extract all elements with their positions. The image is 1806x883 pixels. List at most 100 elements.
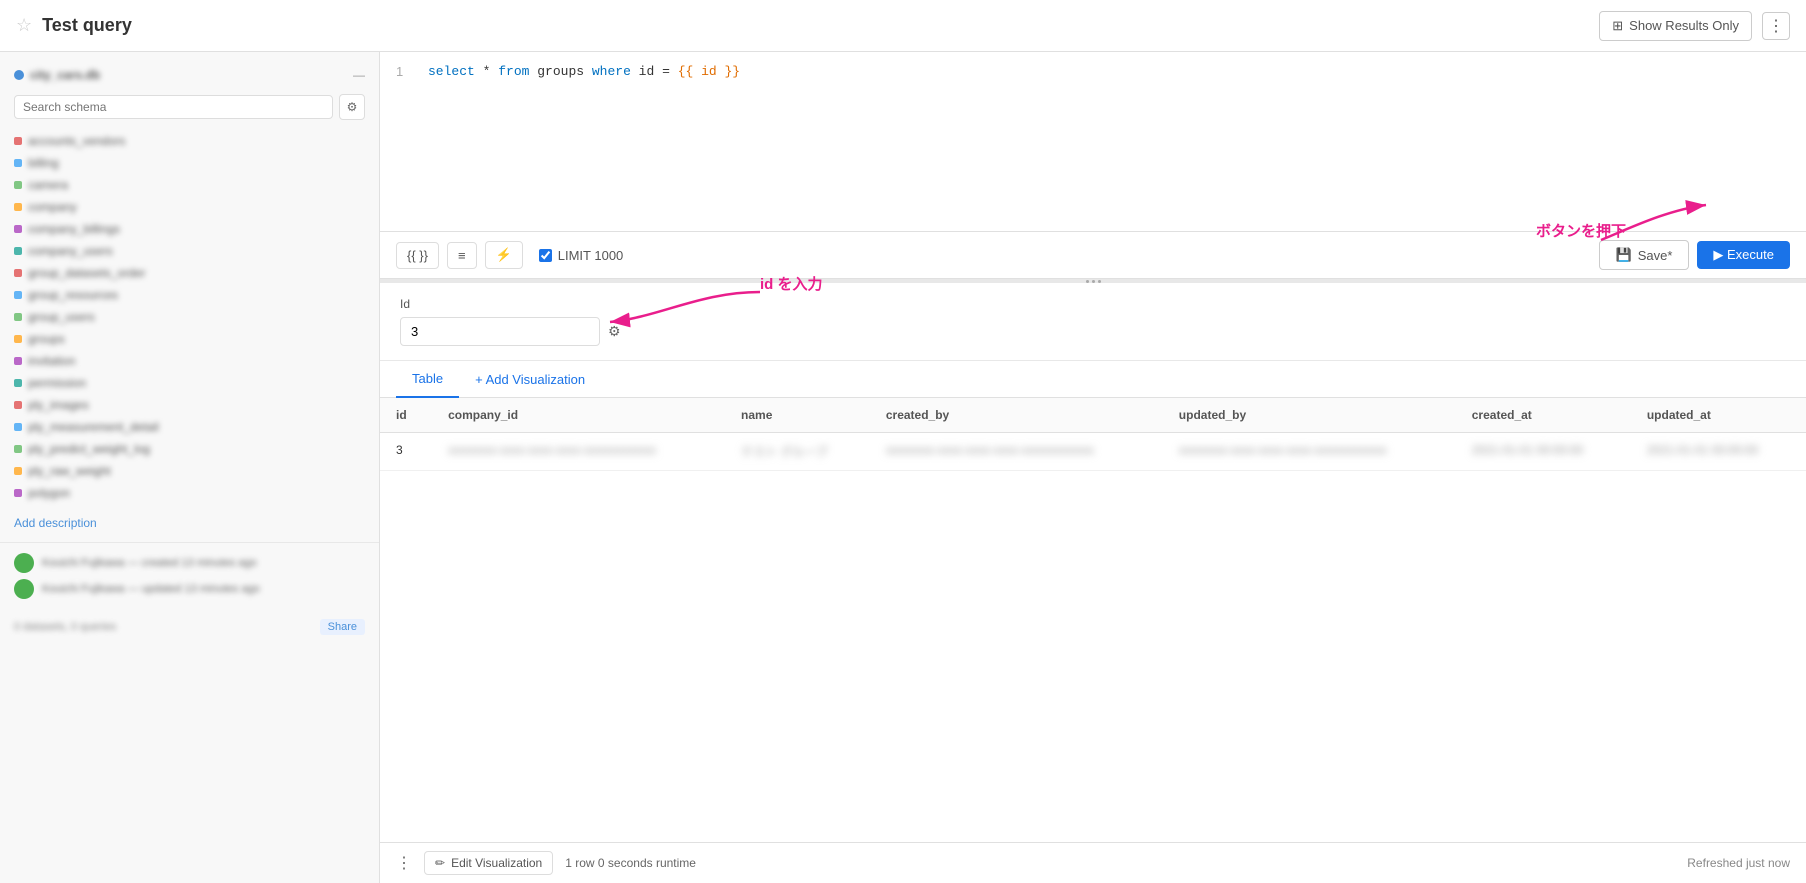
list-item[interactable]: ply_raw_weight	[0, 460, 379, 482]
col-updated-at: updated_at	[1631, 398, 1806, 433]
results-area: id company_id name created_by updated_by…	[380, 398, 1806, 842]
limit-checkbox[interactable]	[539, 249, 552, 262]
sidebar-search-row: ⚙	[0, 88, 379, 126]
execute-button[interactable]: ▶ Execute	[1697, 241, 1790, 269]
limit-checkbox-row: LIMIT 1000	[539, 248, 624, 263]
header: ☆ Test query ⊞ Show Results Only ⋮	[0, 0, 1806, 52]
sidebar-collapse-button[interactable]: —	[353, 68, 365, 82]
sql-line: 1 select * from groups where id = {{ id …	[380, 52, 1806, 91]
limit-label: LIMIT 1000	[558, 248, 624, 263]
sidebar-table-list: accounts_vendors billing camera company …	[0, 126, 379, 508]
header-left: ☆ Test query	[16, 15, 132, 36]
edit-visualization-button[interactable]: ✏ Edit Visualization	[424, 851, 553, 875]
user-avatar-created	[14, 553, 34, 573]
toolbar: {{ }} ≡ ⚡ LIMIT 1000 💾 Save* ▶ Execute	[380, 232, 1806, 279]
sidebar-refresh-text: 0 datasets, 0 queries	[14, 621, 116, 633]
show-results-button[interactable]: ⊞ Show Results Only	[1599, 11, 1752, 41]
list-item[interactable]: company_billings	[0, 218, 379, 240]
lightning-button[interactable]: ⚡	[485, 241, 523, 269]
sidebar-search-input[interactable]	[14, 95, 333, 119]
more-icon: ⋮	[1768, 16, 1784, 36]
list-item[interactable]: permission	[0, 372, 379, 394]
add-visualization-button[interactable]: + Add Visualization	[459, 362, 601, 397]
format-button[interactable]: ≡	[447, 242, 477, 269]
list-item[interactable]: ply_images	[0, 394, 379, 416]
table-header-row: id company_id name created_by updated_by…	[380, 398, 1806, 433]
list-item[interactable]: billing	[0, 152, 379, 174]
list-item[interactable]: camera	[0, 174, 379, 196]
template-button[interactable]: {{ }}	[396, 242, 439, 269]
cell-created-at: 2021-01-01 00:00:00	[1456, 433, 1631, 471]
col-name: name	[725, 398, 870, 433]
sidebar-share-button[interactable]: Share	[320, 619, 365, 635]
list-item[interactable]: company_users	[0, 240, 379, 262]
footer: ⋮ ✏ Edit Visualization 1 row 0 seconds r…	[380, 842, 1806, 883]
col-id: id	[380, 398, 432, 433]
cell-created-by: xxxxxxxx-xxxx-xxxx-xxxx-xxxxxxxxxxxx	[870, 433, 1163, 471]
sql-editor: 1 select * from groups where id = {{ id …	[380, 52, 1806, 232]
col-company-id: company_id	[432, 398, 725, 433]
col-created-at: created_at	[1456, 398, 1631, 433]
list-item[interactable]: group_resources	[0, 284, 379, 306]
show-results-label: Show Results Only	[1629, 18, 1739, 33]
param-gear-icon[interactable]: ⚙	[608, 323, 621, 340]
add-description-link[interactable]: Add description	[0, 508, 379, 538]
list-item[interactable]: accounts_vendors	[0, 130, 379, 152]
parameter-area: Id ⚙ id を入力	[380, 283, 1806, 361]
sidebar-user-created-row: Kouichi Fujikawa — created 13 minutes ag…	[14, 553, 365, 573]
tabs-row: Table + Add Visualization	[380, 361, 1806, 398]
sidebar: city_cars.db — ⚙ accounts_vendors billin…	[0, 52, 380, 883]
param-label: Id	[400, 297, 621, 311]
db-dot	[14, 70, 24, 80]
footer-left: ⋮ ✏ Edit Visualization 1 row 0 seconds r…	[396, 851, 696, 875]
cell-name: テスト グループ	[725, 433, 870, 471]
execute-label: ▶ Execute	[1713, 247, 1774, 263]
runtime-text: 1 row 0 seconds runtime	[565, 856, 696, 870]
user-created-info: Kouichi Fujikawa — created 13 minutes ag…	[42, 557, 257, 569]
cell-id: 3	[380, 433, 432, 471]
save-icon: 💾	[1616, 247, 1632, 263]
col-updated-by: updated_by	[1163, 398, 1456, 433]
pencil-icon: ✏	[435, 856, 445, 870]
user-updated-info: Kouichi Fujikawa — updated 13 minutes ag…	[42, 583, 260, 595]
star-icon[interactable]: ☆	[16, 15, 32, 36]
list-item[interactable]: group_users	[0, 306, 379, 328]
table-grid-icon: ⊞	[1612, 18, 1623, 34]
list-item[interactable]: ply_predict_weight_log	[0, 438, 379, 460]
edit-viz-label: Edit Visualization	[451, 856, 542, 870]
refreshed-text: Refreshed just now	[1687, 856, 1790, 870]
list-item[interactable]: ply_measurement_detail	[0, 416, 379, 438]
main-layout: city_cars.db — ⚙ accounts_vendors billin…	[0, 52, 1806, 883]
sidebar-user-updated-row: Kouichi Fujikawa — updated 13 minutes ag…	[14, 579, 365, 599]
cell-company-id: xxxxxxxx-xxxx-xxxx-xxxx-xxxxxxxxxxxx	[432, 433, 725, 471]
table-row: 3 xxxxxxxx-xxxx-xxxx-xxxx-xxxxxxxxxxxx テ…	[380, 433, 1806, 471]
data-table: id company_id name created_by updated_by…	[380, 398, 1806, 471]
sidebar-settings-button[interactable]: ⚙	[339, 94, 365, 120]
sql-code[interactable]: select * from groups where id = {{ id }}	[428, 64, 740, 79]
col-created-by: created_by	[870, 398, 1163, 433]
param-input-row: Id ⚙	[400, 297, 1786, 346]
header-right: ⊞ Show Results Only ⋮	[1599, 11, 1790, 41]
list-item[interactable]: polygon	[0, 482, 379, 504]
param-id-input[interactable]	[400, 317, 600, 346]
sidebar-refresh-row: 0 datasets, 0 queries Share	[0, 615, 379, 639]
main-content: 1 select * from groups where id = {{ id …	[380, 52, 1806, 883]
page-title: Test query	[42, 15, 132, 36]
line-number: 1	[396, 64, 412, 79]
save-label: Save*	[1638, 248, 1673, 263]
sidebar-db-item: city_cars.db —	[0, 62, 379, 88]
header-more-button[interactable]: ⋮	[1762, 12, 1790, 40]
db-name: city_cars.db	[30, 68, 100, 82]
sidebar-user-section: Kouichi Fujikawa — created 13 minutes ag…	[0, 542, 379, 615]
list-item[interactable]: group_datasets_order	[0, 262, 379, 284]
list-item[interactable]: groups	[0, 328, 379, 350]
sidebar-db-label: city_cars.db	[14, 68, 100, 82]
tab-table[interactable]: Table	[396, 361, 459, 398]
user-avatar-updated	[14, 579, 34, 599]
footer-more-icon[interactable]: ⋮	[396, 853, 412, 873]
cell-updated-by: xxxxxxxx-xxxx-xxxx-xxxx-xxxxxxxxxxxx	[1163, 433, 1456, 471]
list-item[interactable]: company	[0, 196, 379, 218]
list-item[interactable]: invitation	[0, 350, 379, 372]
save-button[interactable]: 💾 Save*	[1599, 240, 1690, 270]
cell-updated-at: 2021-01-01 00:00:00	[1631, 433, 1806, 471]
